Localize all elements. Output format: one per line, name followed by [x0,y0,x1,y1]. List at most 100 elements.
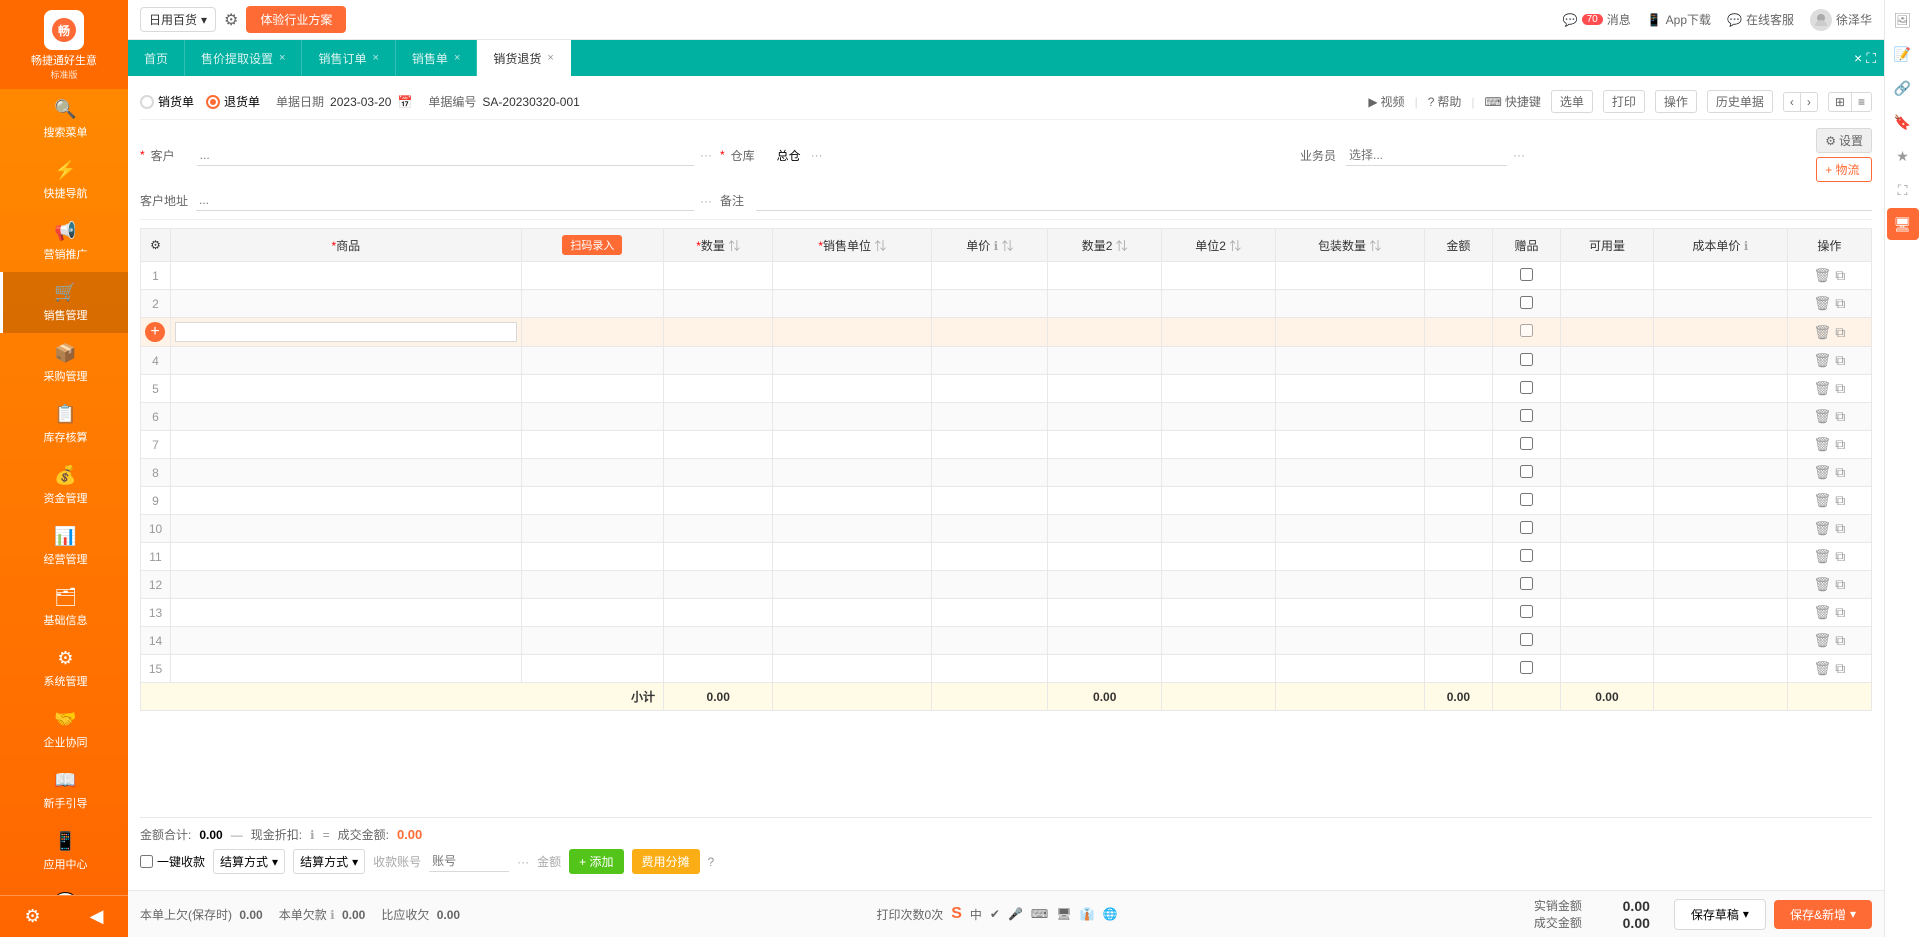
rs-expand-btn[interactable]: ⛶ [1887,174,1919,206]
sidebar-item-finance[interactable]: 💰 资金管理 [0,455,128,516]
copy-row-icon[interactable]: ⧉ [1835,352,1845,369]
sidebar-settings-btn[interactable]: ⚙ [25,906,41,927]
gift-cell[interactable] [1492,375,1560,403]
sidebar-item-shortcut[interactable]: ⚡ 快捷导航 [0,150,128,211]
product-input[interactable] [175,322,517,342]
discount-info-icon[interactable]: ℹ [310,828,315,842]
help-btn[interactable]: ? 帮助 [1428,93,1462,110]
copy-row-icon[interactable]: ⧉ [1835,548,1845,565]
copy-row-icon[interactable]: ⧉ [1835,267,1845,284]
user-menu[interactable]: 徐泽华 [1810,9,1872,31]
gift-checkbox[interactable] [1520,324,1533,337]
delete-row-icon[interactable]: 🗑 [1814,520,1832,537]
fee-question-icon[interactable]: ? [708,855,715,869]
gift-checkbox[interactable] [1520,493,1533,506]
staff-input[interactable] [1346,145,1507,166]
gift-checkbox[interactable] [1520,437,1533,450]
gift-checkbox[interactable] [1520,605,1533,618]
sidebar-item-apps[interactable]: 📱 应用中心 [0,821,128,882]
tab-sales-delivery[interactable]: 销售单 × [396,40,477,76]
product-cell[interactable] [171,515,522,543]
radio-delivery[interactable]: 销货单 [140,93,194,110]
copy-row-icon[interactable]: ⧉ [1835,520,1845,537]
copy-row-icon[interactable]: ⧉ [1835,295,1845,312]
account-more-icon[interactable]: ··· [517,855,529,869]
history-btn[interactable]: 历史单据 [1707,90,1773,113]
gift-checkbox[interactable] [1520,381,1533,394]
gift-cell[interactable] [1492,318,1560,347]
delete-row-icon[interactable]: 🗑 [1814,408,1832,425]
view-list-btn[interactable]: ≡ [1852,93,1871,111]
print-btn[interactable]: 打印 [1603,90,1645,113]
sidebar-item-basic[interactable]: 🗂 基础信息 [0,577,128,638]
product-cell[interactable] [171,347,522,375]
save-draft-button[interactable]: 保存草稿 ▾ [1674,899,1766,930]
gift-cell[interactable] [1492,543,1560,571]
product-cell[interactable] [171,431,522,459]
sidebar-collapse-btn[interactable]: ◀ [90,906,104,927]
close-tab-icon[interactable]: × [1854,50,1862,66]
nav-prev-btn[interactable]: ‹ [1784,93,1801,111]
one-click-checkbox[interactable]: 一键收款 [140,853,205,870]
sidebar-item-inventory[interactable]: 📋 库存核算 [0,394,128,455]
gift-checkbox[interactable] [1520,661,1533,674]
customer-more-icon[interactable]: ··· [700,148,712,162]
radio-return[interactable]: 退货单 [206,93,260,110]
sidebar-item-system[interactable]: ⚙ 系统管理 [0,638,128,699]
sidebar-item-partner[interactable]: 🤝 企业协同 [0,699,128,760]
delete-row-icon[interactable]: 🗑 [1814,660,1832,677]
fee-split-button[interactable]: 费用分摊 [632,849,700,874]
delete-row-icon[interactable]: 🗑 [1814,267,1832,284]
copy-row-icon[interactable]: ⧉ [1835,464,1845,481]
delete-row-icon[interactable]: 🗑 [1814,632,1832,649]
tab-sales-return[interactable]: 销货退货 × [477,40,570,76]
shortcuts-btn[interactable]: ⌨ 快捷键 [1485,93,1541,110]
op-btn[interactable]: 操作 [1655,90,1697,113]
add-payment-button[interactable]: + 添加 [569,849,623,874]
product-cell[interactable] [171,571,522,599]
rs-note-btn[interactable]: 📝 [1887,38,1919,70]
calendar-icon[interactable]: 📅 [397,95,412,109]
copy-row-icon[interactable]: ⧉ [1835,604,1845,621]
delete-row-icon[interactable]: 🗑 [1814,492,1832,509]
delete-row-icon[interactable]: 🗑 [1814,295,1832,312]
sidebar-item-search[interactable]: 🔍 搜索菜单 [0,89,128,150]
add-row-button[interactable]: + [145,322,165,342]
gift-cell[interactable] [1492,627,1560,655]
tab-price-settings[interactable]: 售价提取设置 × [185,40,302,76]
tab-sales-return-close[interactable]: × [547,52,553,64]
tab-sales-order[interactable]: 销售订单 × [302,40,395,76]
delete-row-icon[interactable]: 🗑 [1814,464,1832,481]
rs-star-btn[interactable]: ★ [1887,140,1919,172]
video-btn[interactable]: ▶ 视频 [1368,93,1404,110]
product-cell[interactable] [171,403,522,431]
copy-row-icon[interactable]: ⧉ [1835,576,1845,593]
add-logistics-button[interactable]: + 物流 [1816,157,1872,182]
order-debt-icon[interactable]: ℹ [330,908,335,922]
nav-next-btn[interactable]: › [1801,93,1817,111]
gift-checkbox[interactable] [1520,353,1533,366]
address-more-icon[interactable]: ··· [700,194,712,208]
product-cell[interactable] [171,318,522,347]
gear-icon[interactable]: ⚙ [150,238,161,252]
sidebar-item-guide[interactable]: 📖 新手引导 [0,760,128,821]
warehouse-more-icon[interactable]: ··· [811,148,823,162]
gift-cell[interactable] [1492,290,1560,318]
notice-btn[interactable]: 💬 70 消息 [1563,11,1631,28]
topbar-settings-icon[interactable]: ⚙ [224,10,238,30]
gift-cell[interactable] [1492,571,1560,599]
delete-row-icon[interactable]: 🗑 [1814,436,1832,453]
note-input[interactable] [756,190,1872,211]
product-cell[interactable] [171,375,522,403]
product-cell[interactable] [171,459,522,487]
select-btn[interactable]: 选单 [1551,90,1593,113]
account-number-input[interactable] [429,851,509,872]
delete-row-icon[interactable]: 🗑 [1814,548,1832,565]
rs-img-btn[interactable]: 🖼 [1887,4,1919,36]
delete-row-icon[interactable]: 🗑 [1814,604,1832,621]
settings-button[interactable]: ⚙ 设置 [1816,128,1872,153]
save-new-button[interactable]: 保存&新增 ▾ [1774,900,1872,929]
tab-sales-delivery-close[interactable]: × [454,52,460,64]
app-download-btn[interactable]: 📱 App下载 [1647,11,1711,28]
online-service-btn[interactable]: 💬 在线客服 [1727,11,1794,28]
